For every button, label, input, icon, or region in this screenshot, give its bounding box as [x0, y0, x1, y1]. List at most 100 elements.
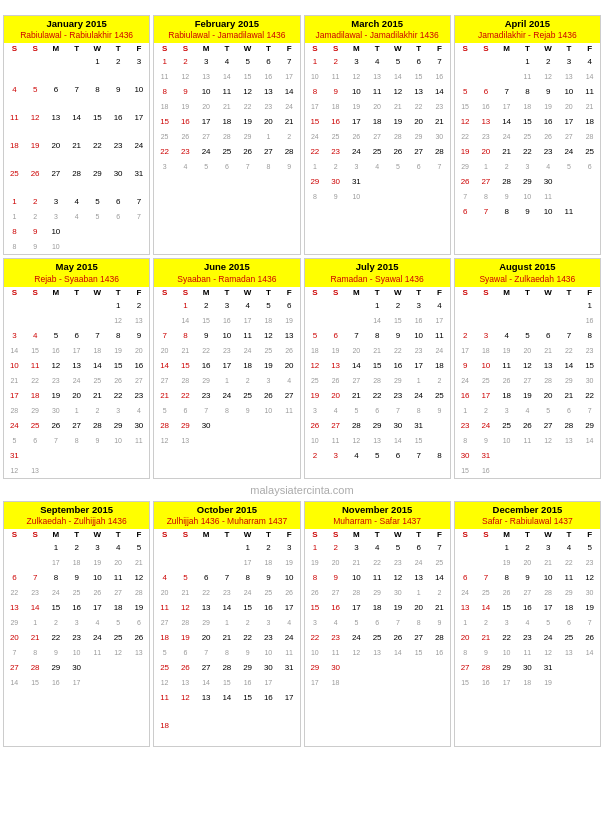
hijri-cell: 23: [429, 99, 450, 114]
cal-cell: 18: [559, 600, 580, 615]
hijri-cell: 28: [538, 373, 559, 388]
cal-cell: 1: [496, 540, 517, 555]
cal-cell: 18: [154, 718, 175, 733]
day-header: T: [108, 43, 129, 54]
hijri-cell: 7: [388, 403, 409, 418]
hijri-cell: 27: [129, 373, 150, 388]
cal-cell: 6: [66, 328, 87, 343]
cal-cell: 8: [46, 570, 67, 585]
hijri-cell: 15: [455, 675, 476, 690]
hijri-cell: 6: [367, 403, 388, 418]
month-block: January 2015Rabiulawal - Rabiulakhir 143…: [3, 15, 150, 255]
hijri-cell: 26: [305, 585, 326, 600]
cal-cell: 12: [579, 570, 600, 585]
hijri-cell: 27: [108, 585, 129, 600]
cal-cell: 30: [538, 174, 559, 189]
hijri-cell: 24: [46, 585, 67, 600]
hijri-cell: 9: [429, 403, 450, 418]
cal-cell: 27: [476, 174, 497, 189]
day-header: T: [108, 529, 129, 540]
cal-cell: 9: [25, 224, 46, 239]
hijri-cell: 3: [305, 403, 326, 418]
cal-cell: 30: [325, 660, 346, 675]
cal-cell: 25: [496, 418, 517, 433]
day-header: T: [408, 287, 429, 298]
hijri-cell: 6: [25, 433, 46, 448]
cal-cell: 6: [455, 570, 476, 585]
month-block: June 2015Syaaban - Ramadan 1436SSMTWTF12…: [153, 258, 300, 478]
hijri-cell: 27: [559, 129, 580, 144]
cal-cell: 29: [108, 418, 129, 433]
hijri-cell: 11: [154, 69, 175, 84]
cal-cell: 17: [346, 600, 367, 615]
cal-cell: 1: [4, 194, 25, 209]
hijri-cell: 18: [517, 675, 538, 690]
hijri-cell: 2: [87, 403, 108, 418]
hijri-cell: 2: [429, 373, 450, 388]
month-name: November 2015: [306, 504, 449, 516]
cal-cell: 13: [4, 600, 25, 615]
hijri-cell: 20: [196, 99, 217, 114]
hijri-cell: 10: [66, 645, 87, 660]
hijri-cell: 20: [108, 555, 129, 570]
hijri-cell: 19: [496, 343, 517, 358]
cal-cell: 24: [559, 144, 580, 159]
hijri-cell: 27: [517, 373, 538, 388]
cal-cell: 30: [388, 418, 409, 433]
cal-cell: 25: [25, 418, 46, 433]
hijri-cell: 15: [455, 99, 476, 114]
hijri-cell: 12: [108, 313, 129, 328]
hijri-cell: 11: [325, 69, 346, 84]
hijri-cell: 3: [46, 209, 67, 224]
cal-cell: 16: [517, 600, 538, 615]
day-header: F: [429, 529, 450, 540]
hijri-cell: 15: [237, 69, 258, 84]
month-name: February 2015: [155, 18, 298, 30]
day-header: W: [87, 43, 108, 54]
cal-cell: 3: [87, 540, 108, 555]
cal-cell: 5: [388, 54, 409, 69]
cal-cell: 14: [217, 600, 238, 615]
hijri-cell: 3: [496, 403, 517, 418]
day-header: S: [154, 287, 175, 298]
cal-cell: 27: [196, 660, 217, 675]
hijri-cell: 8: [408, 403, 429, 418]
hijri-cell: 20: [325, 555, 346, 570]
cal-cell: 13: [279, 328, 300, 343]
cal-cell: 21: [87, 388, 108, 403]
hijri-cell: 28: [175, 373, 196, 388]
cal-cell: 9: [196, 328, 217, 343]
cal-cell: 29: [517, 174, 538, 189]
cal-cell: 27: [325, 418, 346, 433]
hijri-cell: 8: [258, 159, 279, 174]
cal-cell: 9: [538, 84, 559, 99]
cal-cell: 25: [367, 630, 388, 645]
cal-cell: 10: [4, 358, 25, 373]
cal-cell: 9: [455, 358, 476, 373]
cal-cell: 10: [346, 570, 367, 585]
cal-cell: 19: [175, 630, 196, 645]
day-header: F: [429, 43, 450, 54]
cal-cell: 8: [305, 570, 326, 585]
cal-cell: 10: [408, 328, 429, 343]
cal-cell: 24: [346, 144, 367, 159]
day-header: T: [66, 43, 87, 54]
hijri-cell: 18: [154, 99, 175, 114]
hijri-cell: 22: [4, 585, 25, 600]
cal-cell: 2: [108, 54, 129, 69]
day-header: F: [129, 43, 150, 54]
cal-cell: 5: [87, 194, 108, 209]
cal-cell: 30: [325, 174, 346, 189]
day-header: F: [279, 43, 300, 54]
hijri-cell: 17: [46, 555, 67, 570]
cal-cell: 4: [217, 54, 238, 69]
cal-cell: 14: [66, 110, 87, 125]
hijri-cell: 21: [175, 585, 196, 600]
hijri-cell: 11: [87, 645, 108, 660]
cal-cell: 9: [517, 570, 538, 585]
cal-cell: 29: [367, 418, 388, 433]
cal-cell: 8: [108, 328, 129, 343]
hijri-cell: 3: [154, 159, 175, 174]
hijri-cell: 6: [559, 403, 580, 418]
day-header: S: [455, 287, 476, 298]
